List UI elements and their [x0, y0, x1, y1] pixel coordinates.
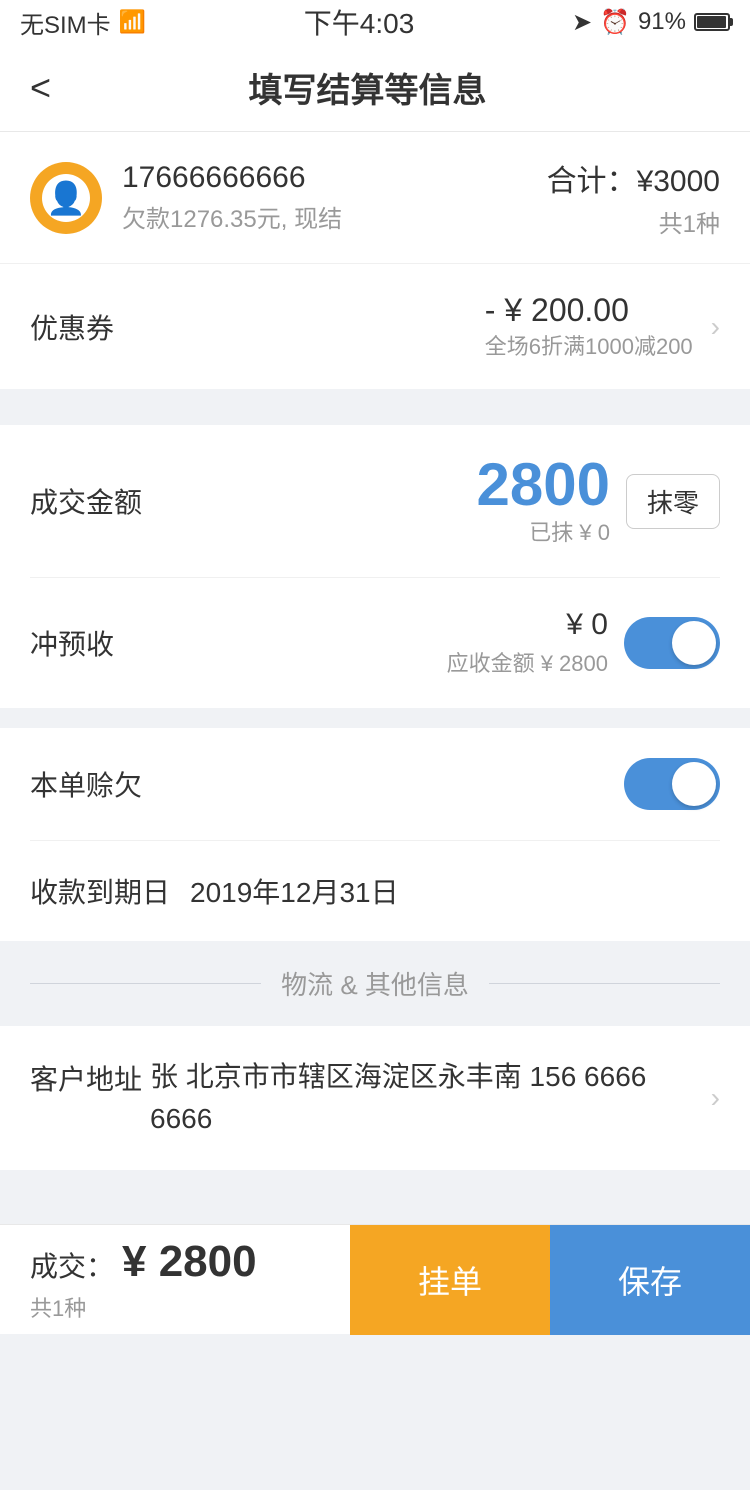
bottom-deal-amount: ¥ 2800 [122, 1237, 257, 1287]
total-count: 共1种 [547, 204, 720, 239]
deal-sub: 已抹 ¥ 0 [477, 515, 610, 547]
form-section-2: 本单赊欠 收款到期日 2019年12月31日 [0, 728, 750, 941]
hang-single-button[interactable]: 挂单 [350, 1225, 550, 1335]
user-phone: 17666666666 [122, 161, 547, 195]
user-info-card: 👤 17666666666 欠款1276.35元, 现结 合计：¥3000 共1… [0, 132, 750, 389]
address-value: 张 北京市市辖区海淀区永丰南 156 6666 6666 [150, 1056, 695, 1140]
precharge-right: ¥ 0 应收金额 ¥ 2800 [447, 608, 608, 678]
signal-text: 无SIM卡 [20, 5, 111, 40]
bottom-summary: 成交： ¥ 2800 共1种 [0, 1237, 350, 1323]
bottom-count: 共1种 [30, 1291, 320, 1323]
coupon-discount: - ¥ 200.00 [485, 292, 693, 329]
deal-amount-label: 成交金额 [30, 481, 150, 521]
status-bar: 无SIM卡 📶 下午4:03 ➤ ⏰ 91% [0, 0, 750, 44]
avatar: 👤 [30, 162, 102, 234]
status-right: ➤ ⏰ 91% [572, 8, 730, 37]
user-total: 合计：¥3000 共1种 [547, 156, 720, 239]
save-button[interactable]: 保存 [550, 1225, 750, 1335]
coupon-arrow-icon: › [711, 311, 720, 343]
duedate-label: 收款到期日 [30, 871, 170, 911]
precharge-sub: 应收金额 ¥ 2800 [447, 646, 608, 678]
address-row[interactable]: 客户地址 张 北京市市辖区海淀区永丰南 156 6666 6666 › [0, 1026, 750, 1170]
precharge-value-area: ¥ 0 应收金额 ¥ 2800 [150, 608, 720, 678]
coupon-desc: 全场6折满1000减200 [485, 329, 693, 361]
user-info: 17666666666 欠款1276.35元, 现结 [122, 161, 547, 234]
status-time: 下午4:03 [304, 2, 415, 42]
arrear-label: 本单赊欠 [30, 764, 150, 804]
duedate-value: 2019年12月31日 [190, 871, 399, 911]
total-value: ¥3000 [637, 165, 720, 198]
section-divider-2 [0, 708, 750, 728]
arrear-row: 本单赊欠 [30, 728, 720, 841]
bottom-bar: 成交： ¥ 2800 共1种 挂单 保存 [0, 1224, 750, 1334]
divider-text: 物流 & 其他信息 [261, 965, 489, 1002]
deal-amount-value-area: 2800 已抹 ¥ 0 抹零 [150, 455, 720, 547]
total-label: 合计： [547, 165, 637, 198]
coupon-row[interactable]: 优惠券 - ¥ 200.00 全场6折满1000减200 › [0, 263, 750, 389]
avatar-icon: 👤 [42, 174, 90, 222]
coupon-label: 优惠券 [30, 307, 485, 347]
arrear-toggle-knob [672, 762, 716, 806]
bottom-deal: 成交： ¥ 2800 [30, 1237, 320, 1287]
form-section-1: 成交金额 2800 已抹 ¥ 0 抹零 冲预收 ¥ 0 应收金额 ¥ 2800 [0, 425, 750, 708]
deal-amount-value: 2800 [477, 455, 610, 515]
nav-bar: < 填写结算等信息 [0, 44, 750, 132]
coupon-right: - ¥ 200.00 全场6折满1000减200 › [485, 292, 720, 361]
divider-line-right [489, 983, 720, 984]
divider-line-left [30, 983, 261, 984]
battery-percent: 91% [638, 8, 686, 36]
duedate-row: 收款到期日 2019年12月31日 [30, 841, 720, 941]
precharge-toggle[interactable] [624, 617, 720, 669]
battery-icon [694, 13, 730, 31]
address-label: 客户地址 [30, 1056, 150, 1098]
arrear-toggle[interactable] [624, 758, 720, 810]
wifi-icon: 📶 [119, 9, 146, 35]
status-left: 无SIM卡 📶 [20, 5, 146, 40]
alarm-icon: ⏰ [600, 8, 630, 37]
bottom-deal-label: 成交： [30, 1245, 114, 1285]
precharge-amount: ¥ 0 [447, 608, 608, 642]
user-row: 👤 17666666666 欠款1276.35元, 现结 合计：¥3000 共1… [0, 132, 750, 263]
deal-right: 2800 已抹 ¥ 0 [477, 455, 610, 547]
precharge-label: 冲预收 [30, 623, 150, 663]
text-divider: 物流 & 其他信息 [0, 941, 750, 1026]
deal-amount-row: 成交金额 2800 已抹 ¥ 0 抹零 [30, 425, 720, 578]
total-amount: 合计：¥3000 [547, 156, 720, 200]
round-zero-button[interactable]: 抹零 [626, 474, 720, 529]
address-arrow-icon: › [711, 1082, 720, 1114]
person-icon: 👤 [46, 179, 86, 217]
precharge-row: 冲预收 ¥ 0 应收金额 ¥ 2800 [30, 578, 720, 708]
user-debt: 欠款1276.35元, 现结 [122, 199, 547, 234]
back-button[interactable]: < [30, 67, 71, 109]
location-icon: ➤ [572, 8, 592, 37]
section-divider-1 [0, 405, 750, 425]
arrear-toggle-area [150, 758, 720, 810]
toggle-knob [672, 621, 716, 665]
page-title: 填写结算等信息 [71, 63, 664, 112]
